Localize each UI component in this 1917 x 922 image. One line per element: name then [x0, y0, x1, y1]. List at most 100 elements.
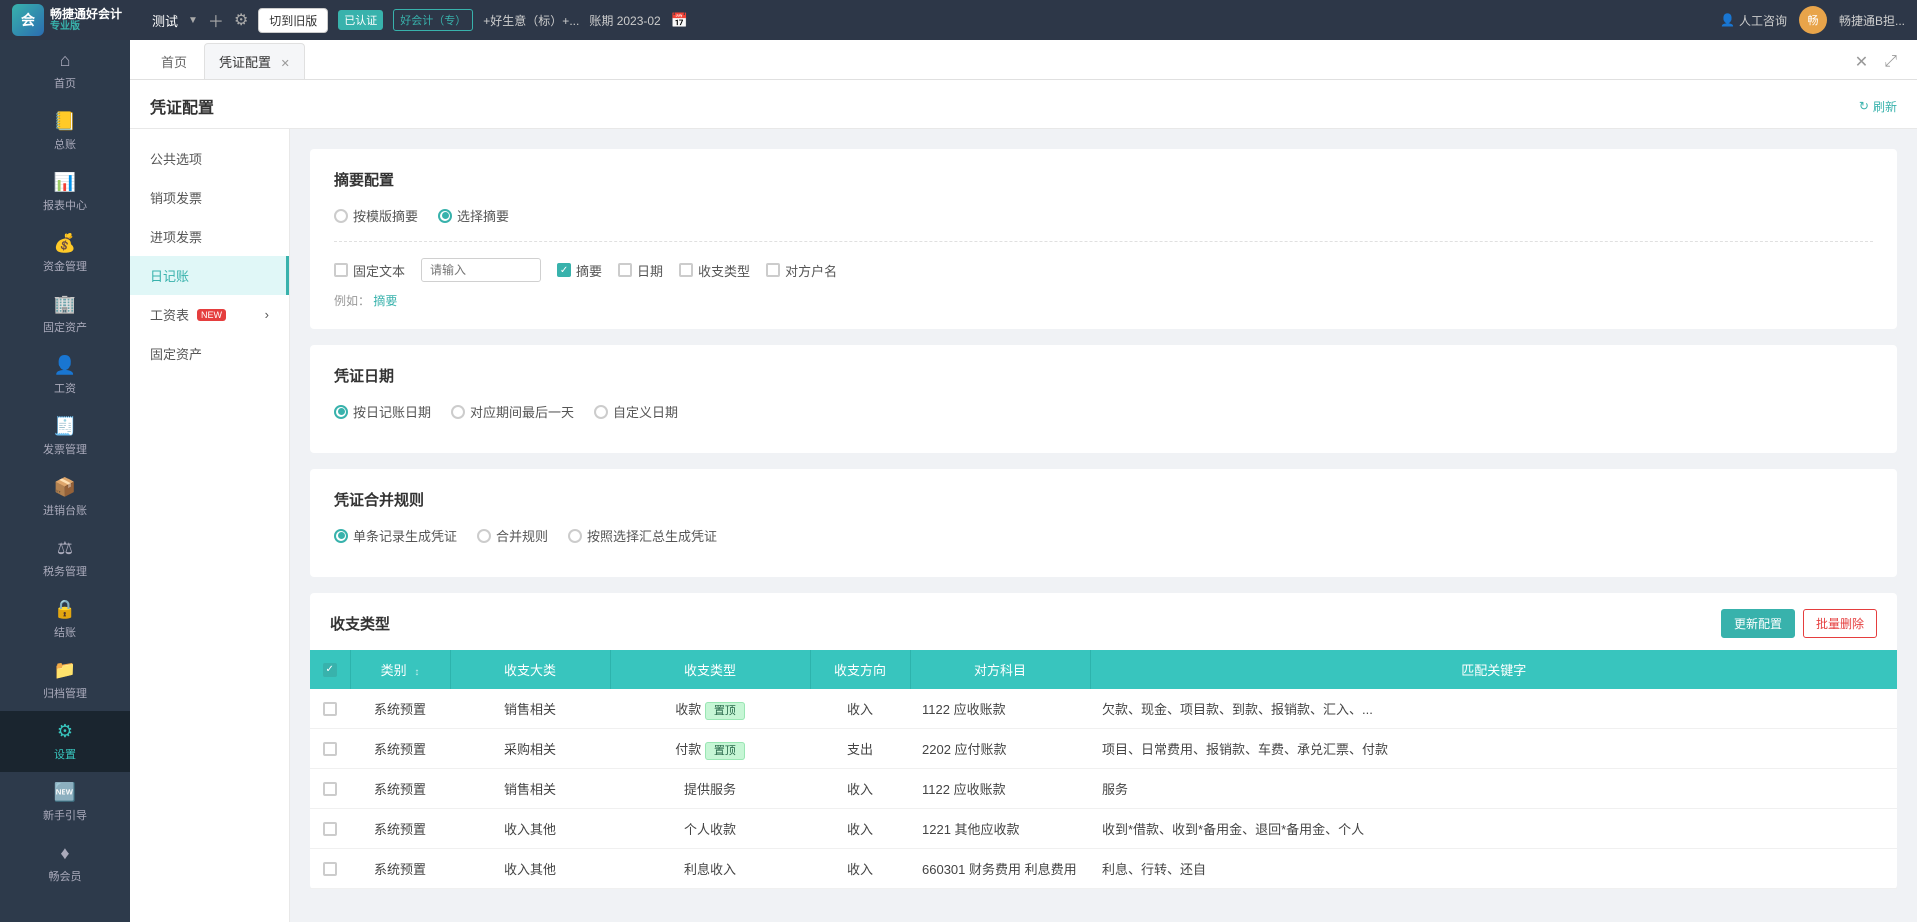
add-btn[interactable]: ＋ — [208, 8, 224, 32]
date-section: 凭证日期 按日记账日期 对应期间最后一天 自定义日期 — [310, 345, 1897, 453]
row-direction: 收入 — [810, 769, 910, 809]
help-button[interactable]: 👤 人工咨询 — [1720, 12, 1787, 29]
row-checkbox[interactable] — [323, 822, 337, 836]
summary-section: 摘要配置 按模版摘要 选择摘要 — [310, 149, 1897, 329]
sidebar-item-ledger[interactable]: 📒 总账 — [0, 101, 130, 162]
table-row: 系统预置 销售相关 提供服务 收入 1122 应收账款 服务 — [310, 769, 1897, 809]
settings-btn[interactable]: ⚙ — [234, 10, 248, 30]
left-nav-item-fixed-assets[interactable]: 固定资产 — [130, 334, 289, 373]
date-section-title: 凭证日期 — [334, 365, 1873, 386]
left-nav-item-journal[interactable]: 日记账 — [130, 256, 289, 295]
sidebar-item-guide[interactable]: 🆕 新手引导 — [0, 772, 130, 833]
table-section-header: 收支类型 更新配置 批量删除 — [310, 609, 1897, 650]
left-nav-item-purchase[interactable]: 进项发票 — [130, 217, 289, 256]
table-section-title: 收支类型 — [330, 613, 390, 634]
row-major: 收入其他 — [450, 809, 610, 849]
row-checkbox-cell[interactable] — [310, 689, 350, 729]
radio-journal-date-circle — [334, 405, 348, 419]
sidebar-item-funds[interactable]: 💰 资金管理 — [0, 223, 130, 284]
calendar-icon[interactable]: 📅 — [671, 12, 688, 29]
sidebar-item-settings[interactable]: ⚙ 设置 — [0, 711, 130, 772]
tab-close-icon[interactable]: ✕ — [281, 58, 290, 70]
sidebar-item-home[interactable]: ⌂ 首页 — [0, 40, 130, 101]
radio-journal-date[interactable]: 按日记账日期 — [334, 402, 431, 421]
radio-merge-rule-circle — [477, 529, 491, 543]
arrow-icon: › — [265, 307, 269, 322]
checkbox-date[interactable]: 日期 — [618, 261, 663, 280]
row-checkbox-cell[interactable] — [310, 729, 350, 769]
tab-voucher[interactable]: 凭证配置 ✕ — [204, 43, 305, 79]
row-keyword: 服务 — [1090, 769, 1897, 809]
row-type: 提供服务 — [610, 769, 810, 809]
row-account: 660301 财务费用 利息费用 — [910, 849, 1090, 889]
batch-delete-button[interactable]: 批量删除 — [1803, 609, 1877, 638]
config-layout: 公共选项 销项发票 进项发票 日记账 工资表 NEW › — [130, 129, 1917, 922]
help-icon: 👤 — [1720, 13, 1735, 27]
sidebar-item-closing[interactable]: 🔒 结账 — [0, 589, 130, 650]
left-nav-item-public[interactable]: 公共选项 — [130, 139, 289, 178]
row-checkbox[interactable] — [323, 742, 337, 756]
refresh-button[interactable]: ↻ 刷新 — [1859, 98, 1897, 115]
checkbox-fixed-text[interactable]: 固定文本 — [334, 261, 405, 280]
radio-period-last[interactable]: 对应期间最后一天 — [451, 402, 574, 421]
row-keyword: 利息、行转、还自 — [1090, 849, 1897, 889]
table-row: 系统预置 收入其他 利息收入 收入 660301 财务费用 利息费用 利息、行转… — [310, 849, 1897, 889]
left-nav-item-sales[interactable]: 销项发票 — [130, 178, 289, 217]
table-header-row: 类别 ↕ 收支大类 收支类型 收支方向 对方科目 匹配关键字 — [310, 650, 1897, 689]
tab-home[interactable]: 首页 — [146, 43, 202, 79]
sidebar-item-archive[interactable]: 📁 归档管理 — [0, 650, 130, 711]
sidebar-item-invoice[interactable]: 🧾 发票管理 — [0, 406, 130, 467]
row-checkbox-cell[interactable] — [310, 849, 350, 889]
window-controls: ✕ ⤢ — [1851, 48, 1901, 76]
closing-icon: 🔒 — [54, 599, 76, 620]
sort-icon: ↕ — [414, 667, 419, 678]
sidebar-item-report[interactable]: 📊 报表中心 — [0, 162, 130, 223]
type-tag: 置顶 — [705, 742, 745, 760]
row-checkbox-cell[interactable] — [310, 769, 350, 809]
row-checkbox[interactable] — [323, 702, 337, 716]
sidebar-item-purchase[interactable]: 📦 进销台账 — [0, 467, 130, 528]
row-checkbox[interactable] — [323, 782, 337, 796]
row-account: 2202 应付账款 — [910, 729, 1090, 769]
row-direction: 收入 — [810, 849, 910, 889]
th-direction: 收支方向 — [810, 650, 910, 689]
fixed-text-input[interactable] — [421, 258, 541, 282]
radio-template[interactable]: 按模版摘要 — [334, 206, 418, 225]
checkbox-pay-type[interactable]: 收支类型 — [679, 261, 750, 280]
sidebar-item-tax[interactable]: ⚖ 税务管理 — [0, 528, 130, 589]
radio-custom-date[interactable]: 自定义日期 — [594, 402, 678, 421]
topbar: 会 畅捷通好会计 专业版 测试 ▼ ＋ ⚙ 切到旧版 已认证 好会计（专） +好… — [0, 0, 1917, 40]
left-nav-item-payroll[interactable]: 工资表 NEW › — [130, 295, 289, 334]
switch-version-button[interactable]: 切到旧版 — [258, 8, 328, 33]
checkbox-counterparty[interactable]: 对方户名 — [766, 261, 837, 280]
select-all-checkbox[interactable] — [323, 663, 337, 677]
radio-single[interactable]: 单条记录生成凭证 — [334, 526, 457, 545]
settings-icon: ⚙ — [57, 721, 73, 742]
test-dropdown-icon[interactable]: ▼ — [188, 15, 198, 26]
radio-single-circle — [334, 529, 348, 543]
row-major: 采购相关 — [450, 729, 610, 769]
row-keyword: 欠款、现金、项目款、到款、报销款、汇入、... — [1090, 689, 1897, 729]
row-keyword: 项目、日常费用、报销款、车费、承兑汇票、付款 — [1090, 729, 1897, 769]
row-direction: 支出 — [810, 729, 910, 769]
row-type: 利息收入 — [610, 849, 810, 889]
sidebar-item-member[interactable]: ♦ 畅会员 — [0, 833, 130, 894]
checkbox-counterparty-box — [766, 263, 780, 277]
close-window-button[interactable]: ✕ — [1851, 48, 1872, 76]
checkbox-summary[interactable]: 摘要 — [557, 261, 602, 280]
sidebar-item-assets[interactable]: 🏢 固定资产 — [0, 284, 130, 345]
row-checkbox-cell[interactable] — [310, 809, 350, 849]
radio-summary-gen[interactable]: 按照选择汇总生成凭证 — [568, 526, 717, 545]
tab-bar: 首页 凭证配置 ✕ ✕ ⤢ — [130, 40, 1917, 80]
th-category[interactable]: 类别 ↕ — [350, 650, 450, 689]
row-checkbox[interactable] — [323, 862, 337, 876]
radio-merge-rule[interactable]: 合并规则 — [477, 526, 548, 545]
period-label: 账期 2023-02 — [589, 12, 660, 29]
avatar[interactable]: 畅 — [1799, 6, 1827, 34]
update-config-button[interactable]: 更新配置 — [1721, 609, 1795, 638]
radio-select[interactable]: 选择摘要 — [438, 206, 509, 225]
sidebar-item-salary[interactable]: 👤 工资 — [0, 345, 130, 406]
app-subtitle: 专业版 — [50, 21, 122, 33]
maximize-window-button[interactable]: ⤢ — [1880, 48, 1901, 76]
report-icon: 📊 — [54, 172, 76, 193]
